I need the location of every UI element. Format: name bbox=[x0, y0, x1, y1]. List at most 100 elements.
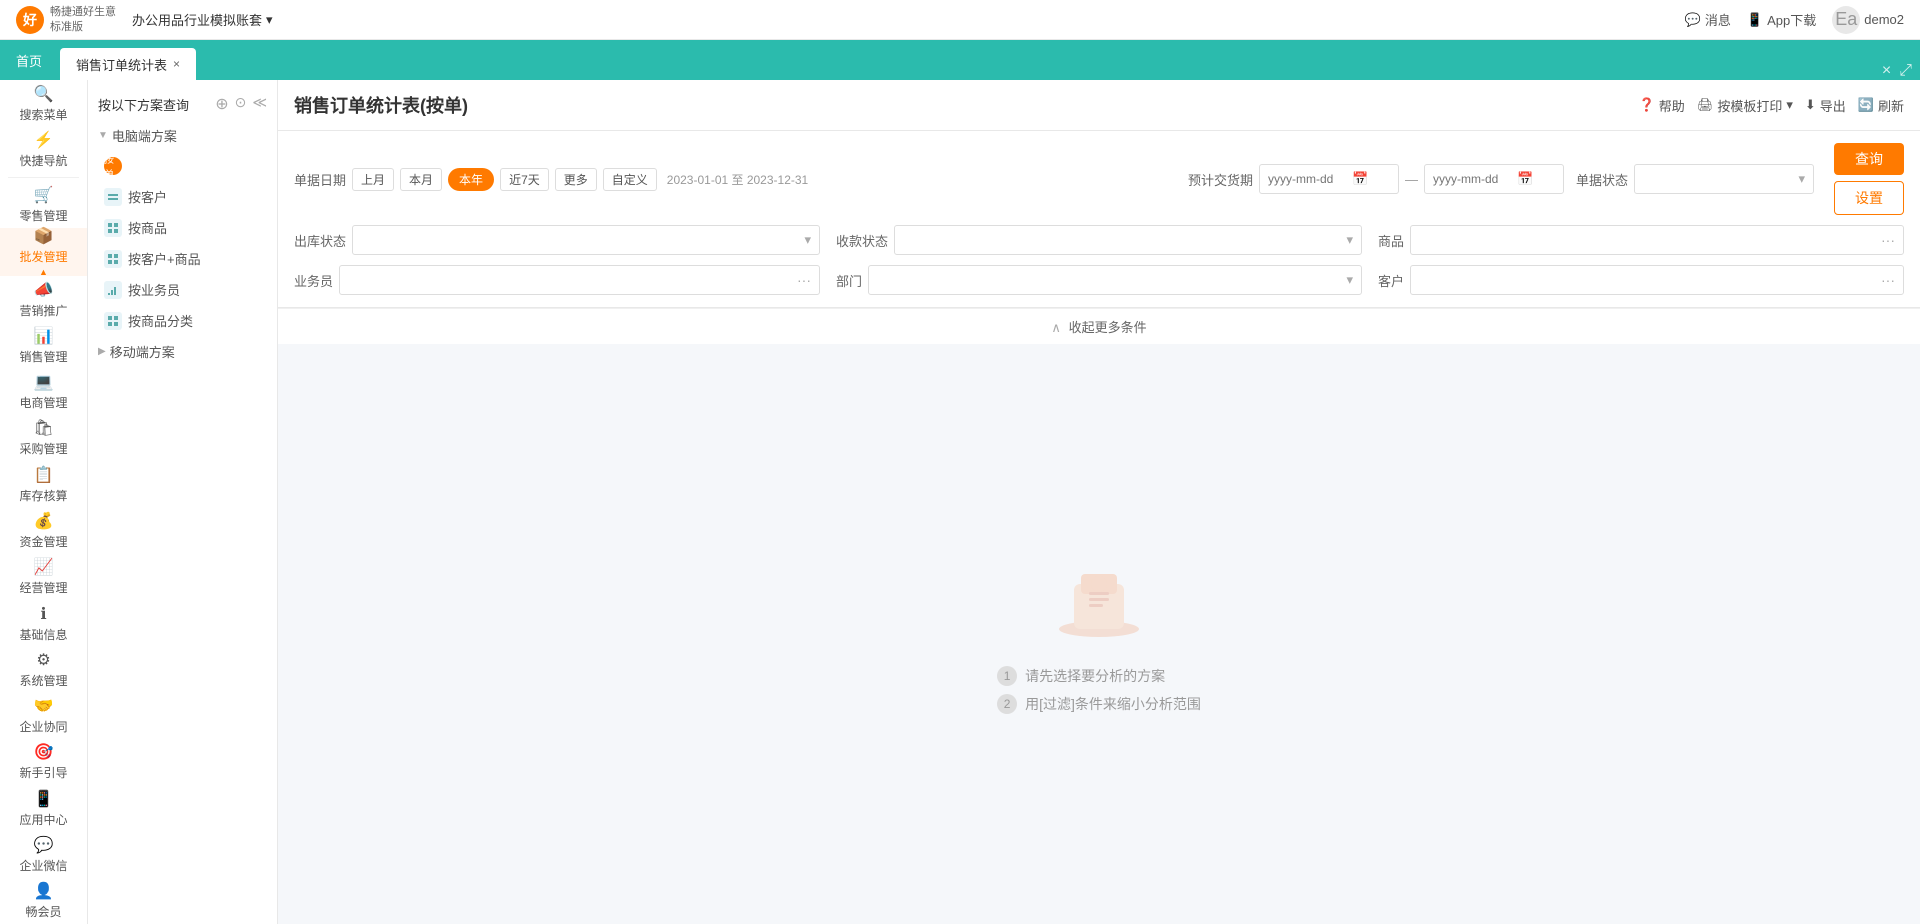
sidebar-item-purchase[interactable]: 🛍 采购管理 bbox=[0, 415, 87, 461]
expected-date-start-input[interactable] bbox=[1268, 172, 1348, 186]
tree-mobile-section[interactable]: ▶ 移动端方案 bbox=[88, 336, 277, 367]
tab-bar-right: × ⤢ bbox=[1882, 62, 1920, 80]
doc-status-chevron-icon: ▾ bbox=[1798, 171, 1805, 187]
message-btn[interactable]: 💬 消息 bbox=[1685, 10, 1731, 29]
app-selector[interactable]: 办公用品行业模拟账套 ▾ bbox=[132, 10, 273, 29]
set-button[interactable]: 设置 bbox=[1834, 181, 1904, 215]
chevron-down-icon: ▾ bbox=[266, 12, 273, 28]
sidebar-item-marketing[interactable]: 📣 营销推广 bbox=[0, 276, 87, 322]
goods-select[interactable]: ··· bbox=[1410, 225, 1904, 255]
filter-row-1: 单据日期 上月 本月 本年 近7天 更多 自定义 2023-01-01 至 20… bbox=[294, 143, 1904, 215]
sidebar-item-search[interactable]: 🔍 搜索菜单 bbox=[0, 80, 87, 126]
close-window-icon[interactable]: × bbox=[1882, 62, 1891, 80]
collab-icon: 🤝 bbox=[34, 696, 54, 716]
pay-status-chevron-icon: ▾ bbox=[1346, 232, 1353, 248]
help-btn[interactable]: ❓ 帮助 bbox=[1639, 96, 1685, 115]
pay-status-group: 收款状态 ▾ bbox=[836, 225, 1362, 255]
maximize-icon[interactable]: ⤢ bbox=[1899, 62, 1912, 80]
tree-collapse-icon: ▶ bbox=[98, 346, 106, 357]
scheme-by-category[interactable]: 按商品分类 bbox=[88, 305, 277, 336]
main-panel: 销售订单统计表(按单) ❓ 帮助 🖨 按模板打印 ▾ ⬇ bbox=[278, 80, 1920, 924]
quicknav-icon: ⚡ bbox=[34, 130, 54, 150]
refresh-btn[interactable]: 🔄 刷新 bbox=[1858, 96, 1904, 115]
customer-select[interactable]: ··· bbox=[1410, 265, 1904, 295]
collapse-panel-icon[interactable]: ≪ bbox=[252, 94, 267, 114]
sidebar-item-quicknav[interactable]: ⚡ 快捷导航 bbox=[0, 126, 87, 172]
hint-num-2: 2 bbox=[997, 694, 1017, 714]
tab-home[interactable]: 首页 bbox=[0, 40, 58, 80]
scheme-by-customer-goods-icon bbox=[104, 250, 122, 268]
scheme-by-salesman[interactable]: 按业务员 bbox=[88, 274, 277, 305]
member-icon: 👤 bbox=[34, 881, 54, 901]
user-avatar[interactable]: Ea demo2 bbox=[1832, 6, 1904, 34]
calendar-icon-start: 📅 bbox=[1352, 171, 1368, 187]
date-label: 单据日期 bbox=[294, 170, 346, 189]
sidebar-item-collab[interactable]: 🤝 企业协同 bbox=[0, 693, 87, 739]
date-btn-thismonth[interactable]: 本月 bbox=[400, 168, 442, 191]
doc-status-label: 单据状态 bbox=[1576, 170, 1628, 189]
avatar: Ea bbox=[1832, 6, 1860, 34]
left-panel-title: 按以下方案查询 bbox=[98, 95, 189, 114]
ship-status-group: 出库状态 ▾ bbox=[294, 225, 820, 255]
sidebar-item-system[interactable]: ⚙ 系统管理 bbox=[0, 646, 87, 692]
date-btn-custom[interactable]: 自定义 bbox=[603, 168, 657, 191]
customer-label: 客户 bbox=[1378, 271, 1404, 290]
scheme-by-category-icon bbox=[104, 312, 122, 330]
print-btn[interactable]: 🖨 按模板打印 ▾ bbox=[1697, 96, 1793, 115]
date-btn-lastmonth[interactable]: 上月 bbox=[352, 168, 394, 191]
expected-date-end-input[interactable] bbox=[1433, 172, 1513, 186]
expected-date-end[interactable]: 📅 bbox=[1424, 164, 1564, 194]
sidebar-item-appcenter[interactable]: 📱 应用中心 bbox=[0, 785, 87, 831]
doc-status-select[interactable]: ▾ bbox=[1634, 164, 1814, 194]
collapse-bar[interactable]: ∧ 收起更多条件 bbox=[278, 308, 1920, 344]
logo-area: 好 畅捷通好生意 标准版 bbox=[16, 5, 116, 34]
app-download-btn[interactable]: 📱 App下载 bbox=[1747, 10, 1816, 29]
date-btn-7days[interactable]: 近7天 bbox=[500, 168, 549, 191]
page-title-row: 销售订单统计表(按单) ❓ 帮助 🖨 按模板打印 ▾ ⬇ bbox=[294, 92, 1904, 118]
sidebar-item-retail[interactable]: 🛒 零售管理 bbox=[0, 182, 87, 228]
sidebar-item-inventory[interactable]: 📋 库存核算 bbox=[0, 461, 87, 507]
tree-mobile-label: 移动端方案 bbox=[110, 342, 175, 361]
scheme-by-order[interactable]: 按单 bbox=[88, 151, 277, 181]
export-btn[interactable]: ⬇ 导出 bbox=[1805, 96, 1846, 115]
date-btn-thisyear[interactable]: 本年 bbox=[448, 168, 494, 191]
ship-status-select[interactable]: ▾ bbox=[352, 225, 820, 255]
pay-status-select[interactable]: ▾ bbox=[894, 225, 1362, 255]
wholesale-icon: 📦 bbox=[34, 226, 54, 246]
sidebar-item-wechat[interactable]: 💬 企业微信 bbox=[0, 831, 87, 877]
date-dash: — bbox=[1405, 172, 1418, 187]
sidebar-divider bbox=[8, 177, 79, 178]
scheme-by-customer-goods[interactable]: 按客户+商品 bbox=[88, 243, 277, 274]
filter-row-2: 出库状态 ▾ 收款状态 ▾ bbox=[294, 225, 1904, 255]
sidebar-item-sales[interactable]: 📊 销售管理 bbox=[0, 322, 87, 368]
sidebar-item-guide[interactable]: 🎯 新手引导 bbox=[0, 739, 87, 785]
add-scheme-icon[interactable]: ⊕ bbox=[215, 94, 228, 114]
tab-bar: 首页 销售订单统计表 × × ⤢ bbox=[0, 40, 1920, 80]
edit-scheme-icon[interactable]: ⊙ bbox=[235, 94, 247, 114]
scheme-by-order-icon: 按单 bbox=[104, 157, 122, 175]
appcenter-icon: 📱 bbox=[34, 789, 54, 809]
expected-date-start[interactable]: 📅 bbox=[1259, 164, 1399, 194]
expected-date-label: 预计交货期 bbox=[1188, 170, 1253, 189]
tree-pc-section[interactable]: ▼ 电脑端方案 bbox=[88, 120, 277, 151]
sidebar-item-finance[interactable]: 💰 资金管理 bbox=[0, 507, 87, 553]
sidebar-item-basics[interactable]: ℹ 基础信息 bbox=[0, 600, 87, 646]
tab-sales-stat[interactable]: 销售订单统计表 × bbox=[60, 48, 196, 80]
scheme-by-goods[interactable]: 按商品 bbox=[88, 212, 277, 243]
tab-close-icon[interactable]: × bbox=[173, 57, 180, 71]
sidebar-item-operations[interactable]: 📈 经营管理 bbox=[0, 554, 87, 600]
salesman-dots-icon: ··· bbox=[797, 272, 811, 288]
sidebar-item-wholesale[interactable]: 📦 批发管理 ▲ bbox=[0, 228, 87, 276]
sidebar-item-member[interactable]: 👤 畅会员 bbox=[0, 878, 87, 924]
export-icon: ⬇ bbox=[1805, 97, 1816, 113]
empty-state: 1 请先选择要分析的方案 2 用[过滤]条件来缩小分析范围 bbox=[278, 344, 1920, 924]
query-button[interactable]: 查询 bbox=[1834, 143, 1904, 175]
expected-date-group: 预计交货期 📅 — 📅 bbox=[1188, 164, 1564, 194]
print-chevron-icon: ▾ bbox=[1786, 97, 1793, 113]
date-btn-more[interactable]: 更多 bbox=[555, 168, 597, 191]
salesman-select[interactable]: ··· bbox=[339, 265, 820, 295]
dept-select[interactable]: ▾ bbox=[868, 265, 1362, 295]
top-bar-left: 好 畅捷通好生意 标准版 办公用品行业模拟账套 ▾ bbox=[16, 5, 273, 34]
scheme-by-customer[interactable]: 按客户 bbox=[88, 181, 277, 212]
sidebar-item-ecommerce[interactable]: 💻 电商管理 bbox=[0, 368, 87, 414]
